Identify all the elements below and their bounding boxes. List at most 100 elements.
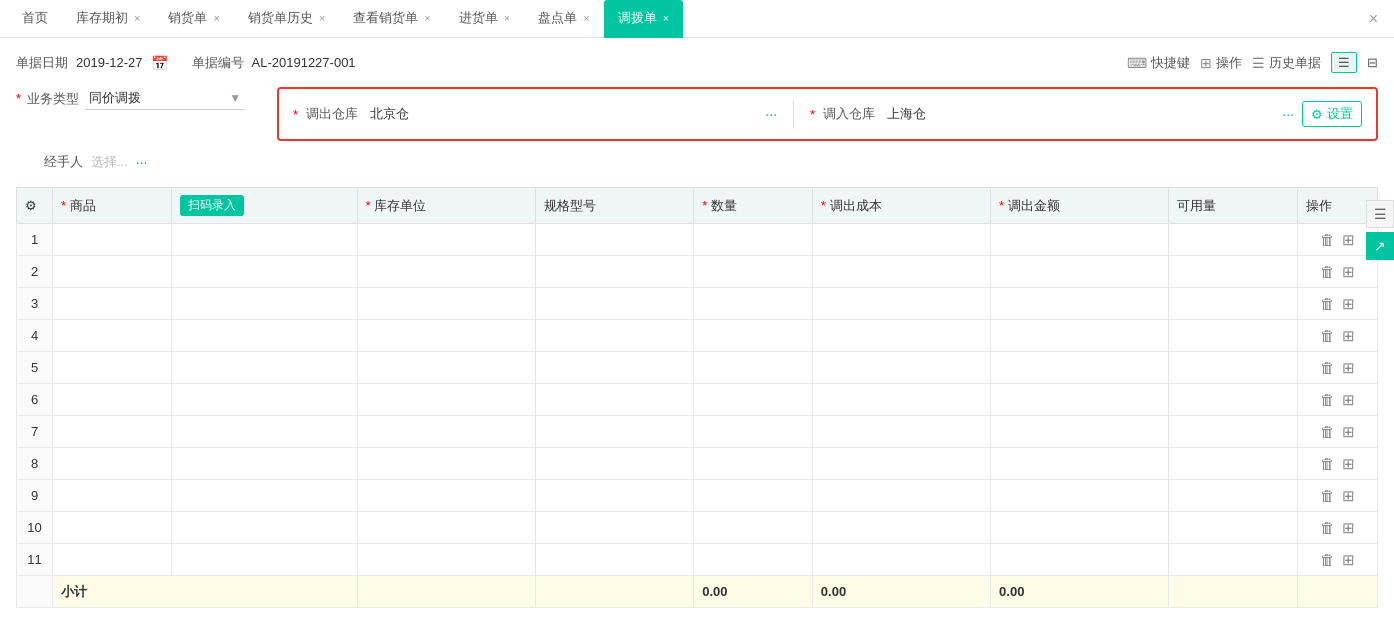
tab-home[interactable]: 首页 — [8, 0, 62, 38]
table-row: 9 🗑 ⊞ — [17, 480, 1378, 512]
row-2-unit[interactable] — [357, 256, 535, 288]
business-type-select[interactable]: 同价调拨 ▼ — [85, 87, 245, 110]
row-2-cost[interactable] — [812, 256, 990, 288]
copy-icon[interactable]: ⊞ — [1342, 391, 1355, 409]
history-icon: ☰ — [1252, 55, 1265, 71]
scan-button[interactable]: 扫码录入 — [180, 195, 244, 216]
subtotal-qty: 0.00 — [694, 576, 813, 608]
business-type-dropdown-icon[interactable]: ▼ — [229, 91, 241, 105]
copy-icon[interactable]: ⊞ — [1342, 455, 1355, 473]
doc-date-value: 2019-12-27 — [76, 55, 143, 70]
close-tab-sales-history[interactable]: × — [319, 12, 325, 24]
row-8-actions: 🗑 ⊞ — [1298, 448, 1378, 480]
warehouse-divider — [793, 99, 794, 129]
row-10-actions: 🗑 ⊞ — [1298, 512, 1378, 544]
tab-view-sales[interactable]: 查看销货单 × — [339, 0, 444, 38]
copy-icon[interactable]: ⊞ — [1342, 263, 1355, 281]
in-warehouse-field: * 调入仓库 上海仓 ··· — [810, 105, 1294, 123]
tab-purchase[interactable]: 进货单 × — [445, 0, 524, 38]
grid-toggle-button[interactable]: ⊟ — [1367, 55, 1378, 70]
copy-icon[interactable]: ⊞ — [1342, 423, 1355, 441]
tab-sales-order[interactable]: 销货单 × — [154, 0, 233, 38]
row-1-product[interactable] — [53, 224, 172, 256]
delete-icon[interactable]: 🗑 — [1320, 263, 1335, 280]
doc-number-field: 单据编号 AL-20191227-001 — [192, 54, 356, 72]
delete-icon[interactable]: 🗑 — [1320, 327, 1335, 344]
tab-sales-history[interactable]: 销货单历史 × — [234, 0, 339, 38]
copy-icon[interactable]: ⊞ — [1342, 551, 1355, 569]
th-unit: * 库存单位 — [357, 188, 535, 224]
close-tab-stocktake[interactable]: × — [583, 12, 589, 24]
delete-icon[interactable]: 🗑 — [1320, 423, 1335, 440]
settings-button[interactable]: ⚙ 设置 — [1302, 101, 1362, 127]
handler-select[interactable]: 选择... — [91, 153, 128, 171]
right-float-panel: ☰ ↗ — [1366, 200, 1394, 260]
row-5-actions: 🗑 ⊞ — [1298, 352, 1378, 384]
row-1-spec[interactable] — [535, 224, 693, 256]
gear-icon: ⚙ — [1311, 107, 1323, 122]
table-row: 7 🗑 ⊞ — [17, 416, 1378, 448]
row-3-product[interactable] — [53, 288, 172, 320]
close-tab-view-sales[interactable]: × — [424, 12, 430, 24]
row-1-cost[interactable] — [812, 224, 990, 256]
row-num-10: 10 — [17, 512, 53, 544]
shortcuts-button[interactable]: ⌨ 快捷键 — [1127, 54, 1190, 72]
calendar-icon[interactable]: 📅 — [151, 55, 168, 71]
copy-icon[interactable]: ⊞ — [1342, 231, 1355, 249]
row-2-spec[interactable] — [535, 256, 693, 288]
th-scan: 扫码录入 — [171, 188, 357, 224]
float-export-icon[interactable]: ↗ — [1366, 232, 1394, 260]
copy-icon[interactable]: ⊞ — [1342, 295, 1355, 313]
close-tab-transfer[interactable]: × — [663, 12, 669, 24]
delete-icon[interactable]: 🗑 — [1320, 519, 1335, 536]
table-row: 10 🗑 ⊞ — [17, 512, 1378, 544]
business-type-field: * 业务类型 同价调拨 ▼ — [16, 87, 245, 110]
tab-inventory-init[interactable]: 库存期初 × — [62, 0, 154, 38]
table-row: 6 🗑 ⊞ — [17, 384, 1378, 416]
delete-icon[interactable]: 🗑 — [1320, 231, 1335, 248]
copy-icon[interactable]: ⊞ — [1342, 359, 1355, 377]
row-num-9: 9 — [17, 480, 53, 512]
row-3-actions: 🗑 ⊞ — [1298, 288, 1378, 320]
table-row-11: 11 🗑 ⊞ — [17, 544, 1378, 576]
row-1-amount[interactable] — [991, 224, 1169, 256]
row-2-product[interactable] — [53, 256, 172, 288]
th-settings[interactable]: ⚙ — [17, 188, 53, 224]
row-1-qty[interactable] — [694, 224, 813, 256]
operations-button[interactable]: ⊞ 操作 — [1200, 54, 1242, 72]
handler-more-icon[interactable]: ··· — [136, 154, 148, 170]
view-toggle-button[interactable]: ☰ — [1331, 52, 1357, 73]
out-warehouse-more-icon[interactable]: ··· — [765, 106, 777, 122]
table-row: 1 🗑 ⊞ — [17, 224, 1378, 256]
th-spec: 规格型号 — [535, 188, 693, 224]
close-tab-inventory-init[interactable]: × — [134, 12, 140, 24]
row-2-actions: 🗑 ⊞ — [1298, 256, 1378, 288]
warehouse-section: * 调出仓库 北京仓 ··· * 调入仓库 上海仓 ··· ⚙ 设置 — [277, 87, 1378, 141]
row-num-3: 3 — [17, 288, 53, 320]
delete-icon[interactable]: 🗑 — [1320, 487, 1335, 504]
copy-icon[interactable]: ⊞ — [1342, 519, 1355, 537]
th-available: 可用量 — [1169, 188, 1298, 224]
copy-icon[interactable]: ⊞ — [1342, 327, 1355, 345]
delete-icon[interactable]: 🗑 — [1320, 455, 1335, 472]
row-1-unit[interactable] — [357, 224, 535, 256]
row-9-actions: 🗑 ⊞ — [1298, 480, 1378, 512]
row-2-qty[interactable] — [694, 256, 813, 288]
delete-icon[interactable]: 🗑 — [1320, 295, 1335, 312]
history-button[interactable]: ☰ 历史单据 — [1252, 54, 1321, 72]
delete-icon[interactable]: 🗑 — [1320, 551, 1335, 568]
row-1-scan — [171, 224, 357, 256]
in-warehouse-more-icon[interactable]: ··· — [1282, 106, 1294, 122]
close-tab-purchase[interactable]: × — [504, 12, 510, 24]
copy-icon[interactable]: ⊞ — [1342, 487, 1355, 505]
delete-icon[interactable]: 🗑 — [1320, 391, 1335, 408]
row-2-amount[interactable] — [991, 256, 1169, 288]
close-tab-sales-order[interactable]: × — [213, 12, 219, 24]
delete-icon[interactable]: 🗑 — [1320, 359, 1335, 376]
tab-stocktake[interactable]: 盘点单 × — [524, 0, 603, 38]
row-11-actions: 🗑 ⊞ — [1298, 544, 1378, 576]
tab-transfer[interactable]: 调拨单 × — [604, 0, 683, 38]
row-2-available — [1169, 256, 1298, 288]
window-close-button[interactable]: × — [1361, 10, 1386, 28]
float-list-icon[interactable]: ☰ — [1366, 200, 1394, 228]
